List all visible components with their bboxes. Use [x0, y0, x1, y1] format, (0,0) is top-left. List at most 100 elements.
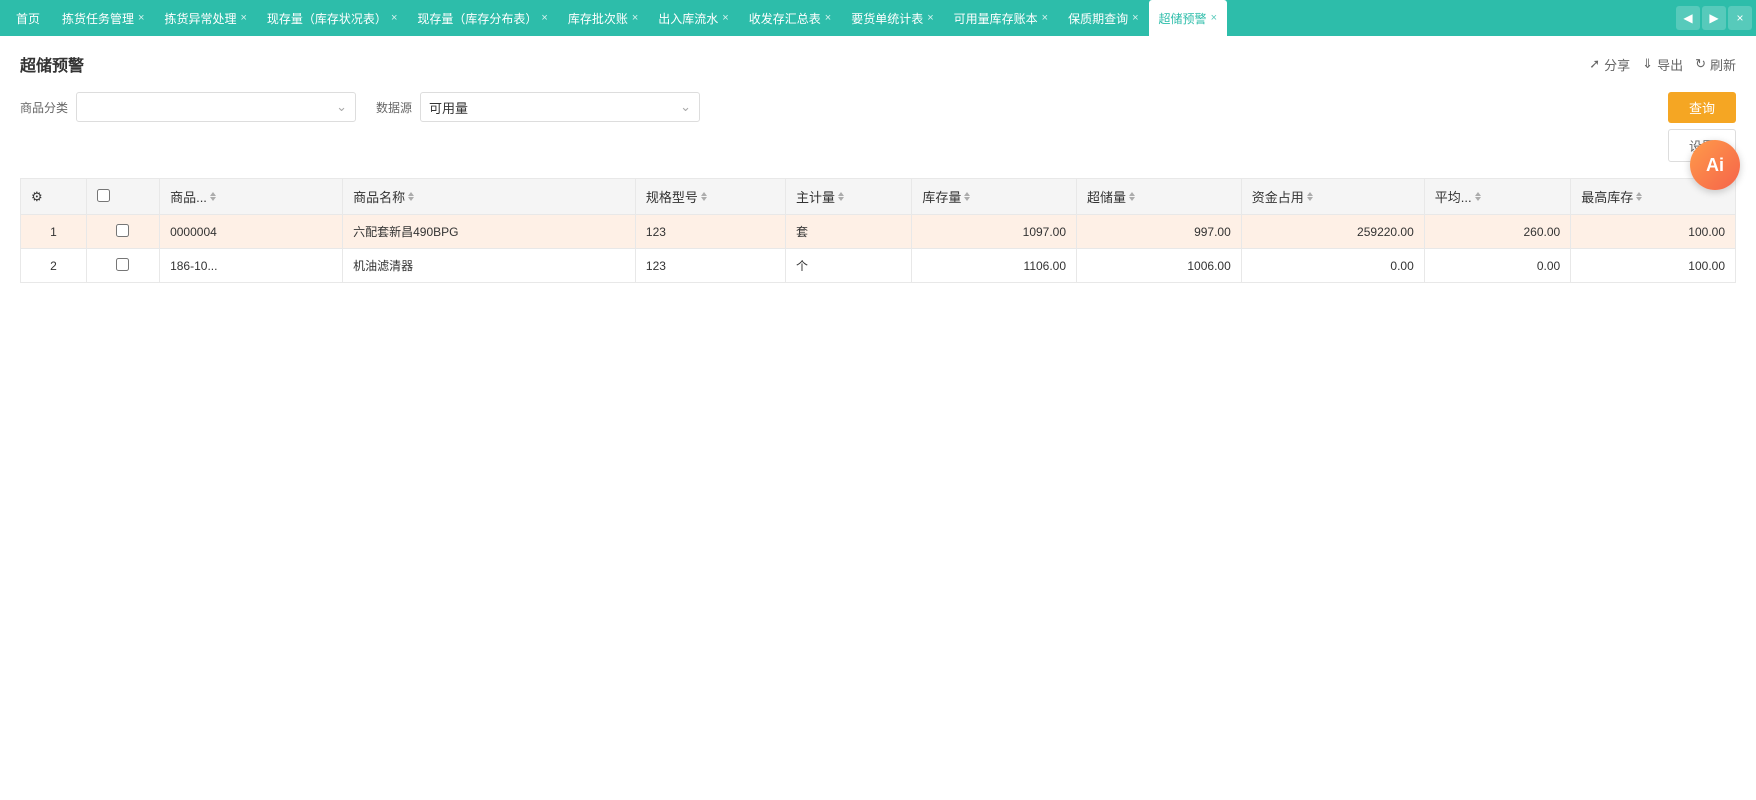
tab-close-icon[interactable]: × [632, 12, 638, 24]
share-button[interactable]: ➚ 分享 [1589, 55, 1630, 74]
td-maxstock: 100.00 [1571, 249, 1736, 283]
data-table: ⚙ 商品... 商品名称 [20, 178, 1736, 283]
page-actions: ➚ 分享 ⇓ 导出 ↻ 刷新 [1589, 55, 1736, 74]
tab-close-icon[interactable]: × [240, 12, 246, 24]
td-overstock: 997.00 [1077, 215, 1242, 249]
th-settings[interactable]: ⚙ [21, 179, 87, 215]
ai-assistant-badge[interactable]: Ai [1690, 140, 1740, 190]
nav-tab[interactable]: 收发存汇总表× [739, 0, 841, 36]
nav-tab[interactable]: 出入库流水× [648, 0, 738, 36]
th-capital[interactable]: 资金占用 [1241, 179, 1424, 215]
nav-tab[interactable]: 超储预警× [1149, 0, 1227, 36]
export-button[interactable]: ⇓ 导出 [1642, 55, 1683, 74]
tab-close-icon[interactable]: × [825, 12, 831, 24]
page-header: 超储预警 ➚ 分享 ⇓ 导出 ↻ 刷新 [20, 52, 1736, 76]
nav-more-arrow[interactable]: × [1728, 6, 1752, 30]
nav-arrows: ◀ ▶ × [1676, 6, 1752, 30]
td-checkbox[interactable] [86, 249, 159, 283]
td-avg: 0.00 [1424, 249, 1570, 283]
td-name: 六配套新昌490BPG [343, 215, 636, 249]
page-title: 超储预警 [20, 52, 84, 76]
th-stock[interactable]: 库存量 [912, 179, 1077, 215]
product-category-label: 商品分类 [20, 99, 68, 116]
page-container: 超储预警 ➚ 分享 ⇓ 导出 ↻ 刷新 商品分类 ⌄ 数据源 [0, 36, 1756, 800]
td-code: 0000004 [160, 215, 343, 249]
th-unit-label: 主计量 [796, 187, 835, 206]
data-source-label: 数据源 [376, 99, 412, 116]
nav-tab[interactable]: 要货单统计表× [841, 0, 943, 36]
td-stock: 1106.00 [912, 249, 1077, 283]
td-capital: 259220.00 [1241, 215, 1424, 249]
th-maxstock-label: 最高库存 [1581, 187, 1633, 206]
export-icon: ⇓ [1642, 56, 1653, 72]
nav-tab[interactable]: 库存批次账× [558, 0, 648, 36]
top-navigation: 首页 拣货任务管理×拣货异常处理×现存量（库存状况表）×现存量（库存分布表）×库… [0, 0, 1756, 36]
tab-close-icon[interactable]: × [927, 12, 933, 24]
product-category-select[interactable]: ⌄ [76, 92, 356, 122]
sort-spec-icon [701, 192, 707, 201]
sort-maxstock-icon [1636, 192, 1642, 201]
tab-close-icon[interactable]: × [1132, 12, 1138, 24]
sort-name-icon [408, 192, 414, 201]
td-stock: 1097.00 [912, 215, 1077, 249]
nav-home[interactable]: 首页 [4, 10, 52, 27]
sort-unit-icon [838, 192, 844, 201]
settings-gear-icon: ⚙ [31, 189, 43, 204]
tab-close-icon[interactable]: × [1211, 12, 1217, 24]
refresh-button[interactable]: ↻ 刷新 [1695, 55, 1736, 74]
table-row[interactable]: 2 186-10... 机油滤清器 123 个 1106.00 1006.00 … [21, 249, 1736, 283]
td-avg: 260.00 [1424, 215, 1570, 249]
th-avg-label: 平均... [1435, 187, 1472, 206]
nav-prev-arrow[interactable]: ◀ [1676, 6, 1700, 30]
th-overstock[interactable]: 超储量 [1077, 179, 1242, 215]
data-source-select[interactable]: 可用量 ⌄ [420, 92, 700, 122]
refresh-icon: ↻ [1695, 56, 1706, 72]
th-name[interactable]: 商品名称 [343, 179, 636, 215]
th-checkbox[interactable] [86, 179, 159, 215]
th-name-label: 商品名称 [353, 187, 405, 206]
td-spec: 123 [635, 215, 785, 249]
select-all-checkbox[interactable] [97, 189, 110, 202]
td-checkbox[interactable] [86, 215, 159, 249]
nav-tabs: 拣货任务管理×拣货异常处理×现存量（库存状况表）×现存量（库存分布表）×库存批次… [52, 0, 1227, 36]
table-row[interactable]: 1 0000004 六配套新昌490BPG 123 套 1097.00 997.… [21, 215, 1736, 249]
td-unit: 个 [786, 249, 912, 283]
sort-capital-icon [1307, 192, 1313, 201]
th-unit[interactable]: 主计量 [786, 179, 912, 215]
chevron-down-icon-2: ⌄ [680, 99, 691, 115]
tab-close-icon[interactable]: × [1042, 12, 1048, 24]
th-avg[interactable]: 平均... [1424, 179, 1570, 215]
td-unit: 套 [786, 215, 912, 249]
nav-tab[interactable]: 现存量（库存状况表）× [257, 0, 407, 36]
th-code-label: 商品... [170, 187, 207, 206]
query-button[interactable]: 查询 [1668, 92, 1736, 123]
th-capital-label: 资金占用 [1252, 187, 1304, 206]
chevron-down-icon: ⌄ [336, 99, 347, 115]
sort-stock-icon [964, 192, 970, 201]
tab-close-icon[interactable]: × [391, 12, 397, 24]
th-spec[interactable]: 规格型号 [635, 179, 785, 215]
data-source-filter: 数据源 可用量 ⌄ [376, 92, 700, 122]
table-header-row: ⚙ 商品... 商品名称 [21, 179, 1736, 215]
tab-close-icon[interactable]: × [541, 12, 547, 24]
nav-tab[interactable]: 拣货任务管理× [52, 0, 154, 36]
th-stock-label: 库存量 [922, 187, 961, 206]
share-icon: ➚ [1589, 56, 1600, 72]
row-checkbox[interactable] [116, 258, 129, 271]
nav-tab[interactable]: 保质期查询× [1058, 0, 1148, 36]
nav-tab[interactable]: 现存量（库存分布表）× [407, 0, 557, 36]
sort-avg-icon [1475, 192, 1481, 201]
th-overstock-label: 超储量 [1087, 187, 1126, 206]
th-spec-label: 规格型号 [646, 187, 698, 206]
nav-tab[interactable]: 可用量库存账本× [944, 0, 1058, 36]
row-checkbox[interactable] [116, 224, 129, 237]
td-code: 186-10... [160, 249, 343, 283]
th-code[interactable]: 商品... [160, 179, 343, 215]
tab-close-icon[interactable]: × [138, 12, 144, 24]
tab-close-icon[interactable]: × [722, 12, 728, 24]
nav-tab[interactable]: 拣货异常处理× [154, 0, 256, 36]
product-category-filter: 商品分类 ⌄ [20, 92, 356, 122]
nav-next-arrow[interactable]: ▶ [1702, 6, 1726, 30]
td-name: 机油滤清器 [343, 249, 636, 283]
td-maxstock: 100.00 [1571, 215, 1736, 249]
